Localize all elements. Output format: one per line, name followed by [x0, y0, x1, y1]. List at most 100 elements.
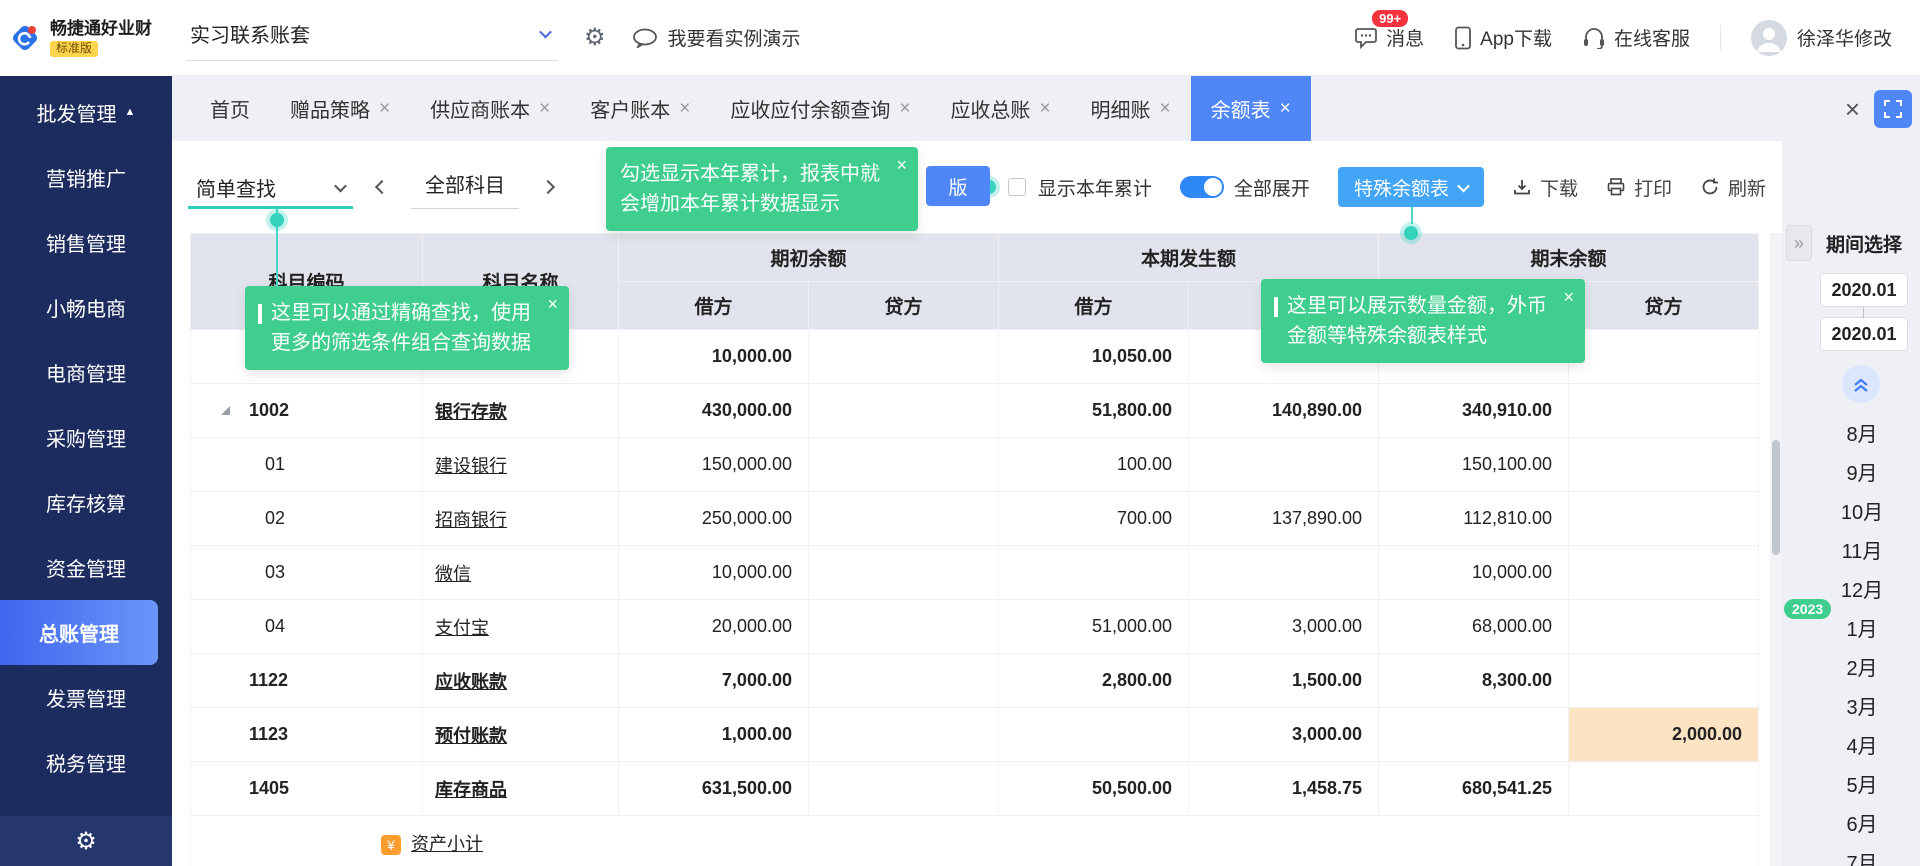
- account-set-select[interactable]: 实习联系账套: [186, 15, 558, 61]
- collapse-row-icon[interactable]: [221, 405, 230, 415]
- account-link[interactable]: 应收账款: [435, 672, 507, 692]
- month-item[interactable]: 11月: [1782, 530, 1920, 569]
- tooltip-close-icon[interactable]: ×: [896, 156, 907, 174]
- expand-all-label: 全部展开: [1233, 178, 1310, 200]
- app-download-button[interactable]: App下载: [1454, 24, 1552, 51]
- scrollbar-track[interactable]: [1770, 233, 1782, 866]
- tab[interactable]: 明细账 ×: [1071, 76, 1191, 141]
- tab[interactable]: 应收应付余额查询 ×: [710, 76, 930, 141]
- search-mode-dropdown[interactable]: 简单查找: [188, 165, 353, 209]
- month-item[interactable]: 10月: [1782, 491, 1920, 530]
- subject-scope-selector[interactable]: 全部科目: [411, 165, 519, 209]
- prev-subject-button[interactable]: [374, 179, 390, 195]
- sidebar-item[interactable]: 小畅电商: [0, 275, 172, 340]
- account-link[interactable]: 微信: [435, 564, 471, 584]
- tab-close-icon[interactable]: ×: [1160, 98, 1171, 120]
- partially-hidden-version-button[interactable]: 版: [926, 166, 990, 206]
- settings-gear-icon[interactable]: ⚙: [75, 827, 97, 856]
- close-all-tabs-icon[interactable]: ×: [1845, 96, 1860, 122]
- scrollbar-thumb[interactable]: [1772, 440, 1780, 555]
- period-to-box[interactable]: 2020.01: [1820, 317, 1908, 351]
- period-from-box[interactable]: 2020.01: [1820, 273, 1908, 307]
- special-balance-button[interactable]: 特殊余额表: [1337, 167, 1484, 240]
- month-item[interactable]: 9月: [1782, 452, 1920, 491]
- user-menu[interactable]: 徐泽华修改: [1750, 19, 1892, 56]
- tab[interactable]: 赠品策略 ×: [270, 76, 410, 141]
- sidebar-item[interactable]: 发票管理: [0, 665, 172, 730]
- workspace: 简单查找 全部科目 显示本年累计 全部展开 特殊余额表 下载 打印 刷新 科目编…: [172, 141, 1920, 866]
- messages-button[interactable]: 99+ 消息: [1354, 8, 1424, 51]
- amount-cell: 3,000.00: [1188, 599, 1380, 654]
- sidebar-item[interactable]: 税务管理: [0, 730, 172, 795]
- amount-cell: 700.00: [998, 491, 1190, 546]
- sidebar-item[interactable]: 营销推广: [0, 145, 172, 210]
- tooltip-text: 这里可以通过精确查找，使用 更多的筛选条件组合查询数据: [271, 302, 531, 354]
- fullscreen-button[interactable]: [1874, 89, 1912, 128]
- account-link[interactable]: 建设银行: [435, 456, 507, 476]
- tab[interactable]: 首页: [190, 76, 270, 141]
- month-item[interactable]: 7月: [1782, 842, 1920, 866]
- amount-cell: [1378, 707, 1570, 762]
- account-code: 1002: [249, 400, 290, 420]
- account-code-cell: 1123: [190, 707, 423, 762]
- demo-link[interactable]: 我要看实例演示: [632, 24, 801, 51]
- tooltip-text: 勾选显示本年累计，报表中就 会增加本年累计数据显示: [620, 163, 880, 215]
- amount-cell: 10,050.00: [998, 329, 1190, 384]
- online-service-button[interactable]: 在线客服: [1582, 24, 1690, 51]
- sidebar-item-label: 销售管理: [46, 234, 126, 256]
- amount-cell: [807, 383, 1000, 438]
- expand-all-toggle[interactable]: [1179, 176, 1224, 198]
- tab[interactable]: 客户账本 ×: [570, 76, 710, 141]
- tab-close-icon[interactable]: ×: [679, 98, 690, 120]
- month-item[interactable]: 5月: [1782, 764, 1920, 803]
- year-badge: 2023: [1784, 599, 1832, 619]
- account-link[interactable]: 库存商品: [435, 780, 507, 800]
- month-item[interactable]: 3月: [1782, 686, 1920, 725]
- demo-link-label: 我要看实例演示: [667, 29, 801, 50]
- sidebar-item[interactable]: 采购管理: [0, 405, 172, 470]
- month-item[interactable]: 8月: [1782, 413, 1920, 452]
- tab-close-icon[interactable]: ×: [1280, 98, 1291, 120]
- sidebar-item[interactable]: 总账管理: [0, 600, 158, 665]
- sidebar-item[interactable]: 电商管理: [0, 340, 172, 405]
- amount-cell: [1188, 545, 1380, 600]
- tab-close-icon[interactable]: ×: [539, 98, 550, 120]
- month-item[interactable]: 2月: [1782, 647, 1920, 686]
- chevron-down-icon: [539, 25, 552, 38]
- account-link[interactable]: 银行存款: [435, 402, 507, 422]
- sidebar-item[interactable]: 销售管理: [0, 210, 172, 275]
- tab[interactable]: 供应商账本 ×: [410, 76, 570, 141]
- download-button[interactable]: 下载: [1512, 174, 1578, 201]
- sidebar-item[interactable]: 库存核算: [0, 470, 172, 535]
- account-link[interactable]: 预付账款: [435, 726, 507, 746]
- tab-close-icon[interactable]: ×: [1039, 98, 1050, 120]
- account-code-cell: 01: [190, 437, 423, 492]
- account-link[interactable]: 支付宝: [435, 618, 489, 638]
- connector-line: [1410, 207, 1413, 224]
- sidebar-nav: 批发管理 ▲ 营销推广销售管理小畅电商 电商管理 采购管理 库存核算 资金管理 总账管理 发票管…: [0, 76, 172, 816]
- month-item[interactable]: 6月: [1782, 803, 1920, 842]
- print-button[interactable]: 打印: [1606, 174, 1672, 201]
- month-item[interactable]: 4月: [1782, 725, 1920, 764]
- show-ytd-option[interactable]: 显示本年累计: [981, 174, 1152, 201]
- tab[interactable]: 余额表 ×: [1190, 76, 1311, 141]
- edition-badge: 标准版: [50, 41, 99, 58]
- topbar-right: 99+ 消息 App下载 在线客服 徐泽华修改: [1354, 8, 1892, 56]
- tab-close-icon[interactable]: ×: [379, 98, 390, 120]
- refresh-button[interactable]: 刷新: [1700, 174, 1766, 201]
- tooltip-ytd: 勾选显示本年累计，报表中就 会增加本年累计数据显示 ×: [606, 147, 918, 231]
- summary-link[interactable]: 资产小计: [411, 834, 483, 854]
- next-subject-button[interactable]: [540, 179, 556, 195]
- tab[interactable]: 应收总账 ×: [930, 76, 1070, 141]
- show-ytd-checkbox[interactable]: [1007, 178, 1026, 196]
- sidebar-item[interactable]: 批发管理 ▲: [0, 80, 172, 145]
- amount-cell: 10,000.00: [618, 329, 809, 384]
- collapse-panel-button[interactable]: »: [1786, 225, 1812, 261]
- account-settings-gear-icon[interactable]: ⚙: [584, 23, 606, 52]
- tab-close-icon[interactable]: ×: [899, 98, 910, 120]
- sidebar-item[interactable]: 资金管理: [0, 535, 172, 600]
- tooltip-close-icon[interactable]: ×: [547, 295, 558, 313]
- tooltip-close-icon[interactable]: ×: [1563, 288, 1574, 306]
- scroll-months-up-button[interactable]: [1842, 365, 1880, 403]
- account-link[interactable]: 招商银行: [435, 510, 507, 530]
